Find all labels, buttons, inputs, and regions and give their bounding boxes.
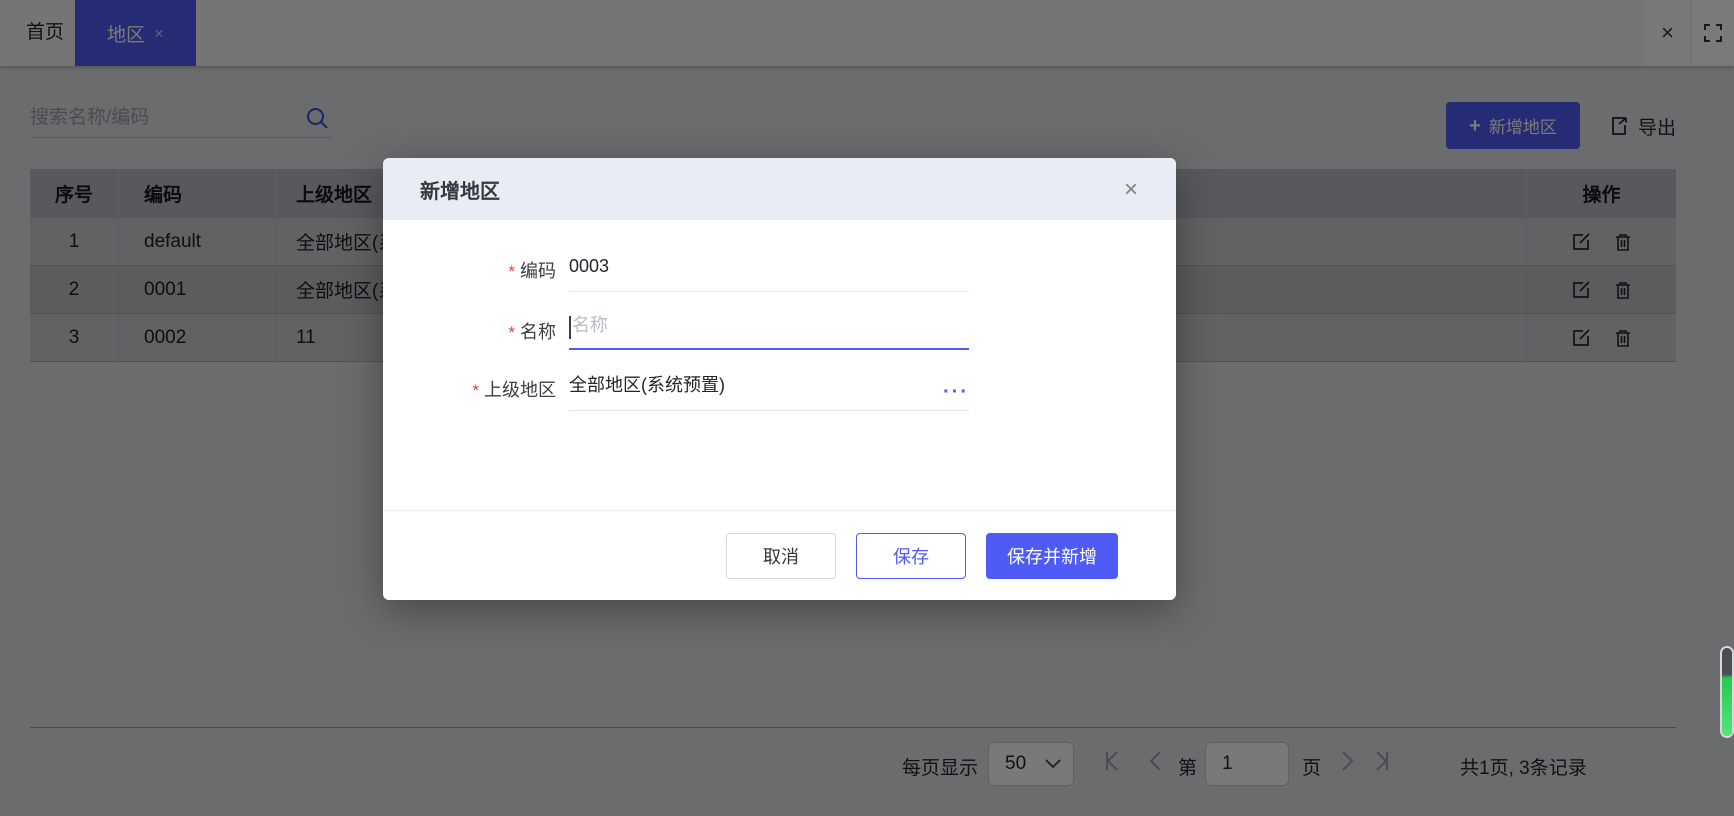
parent-value: 全部地区(系统预置) xyxy=(569,375,725,395)
parent-label: * 上级地区 xyxy=(472,380,556,400)
dialog-footer: 取消 保存 保存并新增 xyxy=(383,510,1176,579)
add-region-dialog: 新增地区 × *编码 0003 *名称 *上级地区 xyxy=(383,158,1176,600)
dialog-close-button[interactable]: × xyxy=(1116,175,1146,205)
parent-picker-button[interactable]: ··· xyxy=(943,382,969,402)
required-mark: * xyxy=(508,262,515,281)
cancel-button[interactable]: 取消 xyxy=(726,533,836,579)
save-and-new-button[interactable]: 保存并新增 xyxy=(986,533,1118,579)
code-value: 0003 xyxy=(569,256,610,276)
required-mark: * xyxy=(508,323,515,342)
field-row-name: * 名称 xyxy=(383,315,1176,350)
vertical-scrollbar-thumb[interactable] xyxy=(1722,648,1732,736)
parent-field[interactable]: 全部地区(系统预置) ··· xyxy=(569,373,969,411)
required-mark: * xyxy=(472,381,479,400)
dialog-body: *编码 0003 *名称 *上级地区 全部地区(系统预置) ··· xyxy=(383,220,1176,411)
field-row-code: * 编码 0003 xyxy=(383,254,1176,292)
field-row-parent: * 上级地区 全部地区(系统预置) ··· xyxy=(383,373,1176,411)
save-button[interactable]: 保存 xyxy=(856,533,966,579)
dialog-header: 新增地区 xyxy=(383,158,1176,220)
name-input[interactable] xyxy=(569,315,969,336)
text-caret xyxy=(569,316,571,339)
close-icon: × xyxy=(1123,176,1138,203)
name-label: * 名称 xyxy=(508,322,556,342)
code-label: * 编码 xyxy=(508,261,556,281)
name-field xyxy=(569,315,969,350)
dialog-title: 新增地区 xyxy=(420,180,500,203)
code-field[interactable]: 0003 xyxy=(569,254,969,292)
